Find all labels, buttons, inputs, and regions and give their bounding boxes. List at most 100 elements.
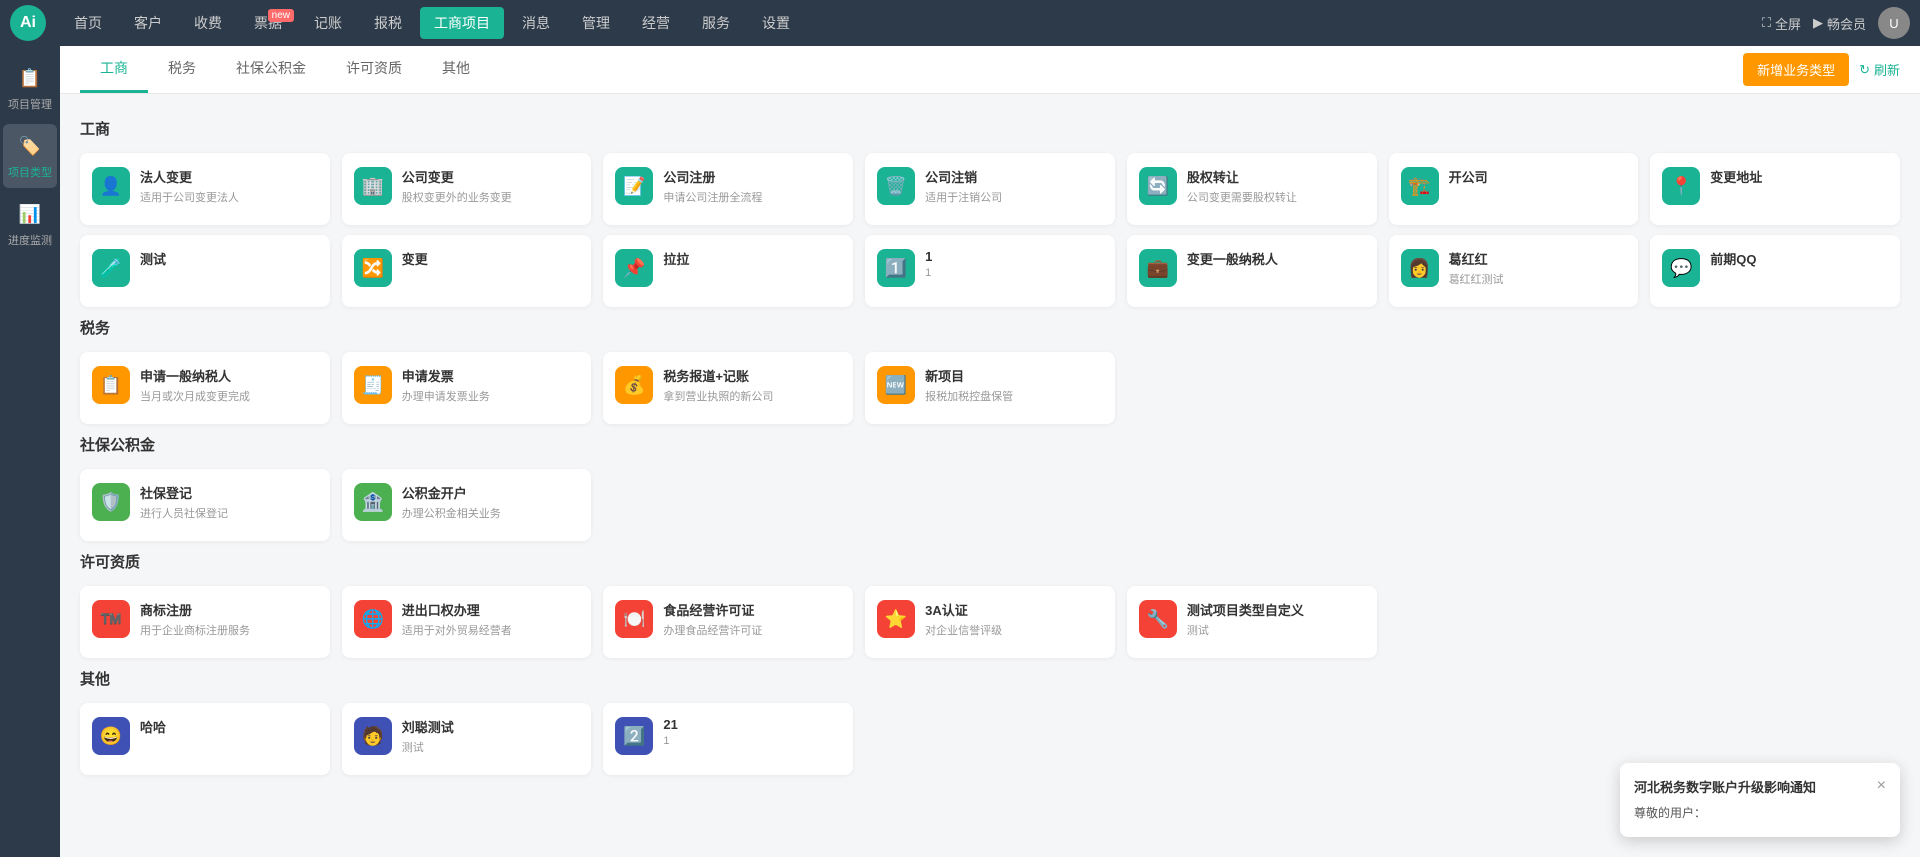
service-card-apply-taxpayer[interactable]: 📋 申请一般纳税人 当月或次月成变更完成	[80, 352, 330, 424]
new-type-button[interactable]: 新增业务类型	[1743, 53, 1849, 86]
refresh-button[interactable]: ↻ 刷新	[1859, 60, 1900, 79]
card-info-company-register: 公司注册 申请公司注册全流程	[663, 167, 841, 205]
notification-close-button[interactable]: ×	[1877, 777, 1886, 795]
tab-license[interactable]: 许可资质	[326, 46, 422, 93]
tab-other[interactable]: 其他	[422, 46, 490, 93]
card-grid-social: 🛡️ 社保登记 进行人员社保登记 🏦 公积金开户 办理公积金相关业务	[80, 469, 1900, 541]
service-card-change-taxpayer[interactable]: 💼 变更一般纳税人	[1127, 235, 1377, 307]
nav-item-tax[interactable]: 报税	[360, 7, 416, 39]
card-icon-haha: 😄	[92, 717, 130, 755]
service-card-equity-transfer[interactable]: 🔄 股权转让 公司变更需要股权转让	[1127, 153, 1377, 225]
card-desc-company-register: 申请公司注册全流程	[663, 189, 841, 205]
service-card-company-cancel[interactable]: 🗑️ 公司注销 适用于注销公司	[865, 153, 1115, 225]
card-title-tax-report: 税务报道+记账	[663, 366, 841, 385]
service-card-import-export[interactable]: 🌐 进出口权办理 适用于对外贸易经营者	[342, 586, 592, 658]
nav-item-message[interactable]: 消息	[508, 7, 564, 39]
service-card-social-register[interactable]: 🛡️ 社保登记 进行人员社保登记	[80, 469, 330, 541]
card-title-new-project: 新项目	[925, 366, 1103, 385]
service-card-open-company[interactable]: 🏗️ 开公司	[1389, 153, 1639, 225]
tab-social-fund[interactable]: 社保公积金	[216, 46, 326, 93]
tabs: 工商税务社保公积金许可资质其他	[80, 46, 490, 93]
main-layout: 📋 项目管理 🏷️ 项目类型 📊 进度监测 工商税务社保公积金许可资质其他 新增…	[0, 46, 1920, 857]
card-info-3a-cert: 3A认证 对企业信誉评级	[925, 600, 1103, 638]
card-icon-test-define: 🔧	[1139, 600, 1177, 638]
card-info-gehonghong: 葛红红 葛红红测试	[1449, 249, 1627, 287]
card-info-fund-open: 公积金开户 办理公积金相关业务	[402, 483, 580, 521]
section-license: 许可资质 ™️ 商标注册 用于企业商标注册服务 🌐 进出口权办理 适用于对外贸易…	[80, 551, 1900, 658]
card-icon-import-export: 🌐	[354, 600, 392, 638]
service-card-liu-ceo-test[interactable]: 🧑 刘聪测试 测试	[342, 703, 592, 775]
card-title-change: 变更	[402, 249, 580, 268]
service-card-twenty-one[interactable]: 2️⃣ 21 1	[603, 703, 853, 775]
service-card-gehonghong[interactable]: 👩 葛红红 葛红红测试	[1389, 235, 1639, 307]
card-info-tax-report: 税务报道+记账 拿到营业执照的新公司	[663, 366, 841, 404]
card-title-test-define: 测试项目类型自定义	[1187, 600, 1365, 619]
scroll-area[interactable]: 工商 👤 法人变更 适用于公司变更法人 🏢 公司变更 股权变更外的业务变更 📝 …	[60, 94, 1920, 857]
card-title-trademark: 商标注册	[140, 600, 318, 619]
card-icon-test: 🧪	[92, 249, 130, 287]
service-card-company-change[interactable]: 🏢 公司变更 股权变更外的业务变更	[342, 153, 592, 225]
nav-item-settings[interactable]: 设置	[748, 7, 804, 39]
card-desc-company-change: 股权变更外的业务变更	[402, 189, 580, 205]
member-btn[interactable]: ▶ 畅会员	[1813, 14, 1866, 33]
service-card-test-define[interactable]: 🔧 测试项目类型自定义 测试	[1127, 586, 1377, 658]
card-icon-tax-report: 💰	[615, 366, 653, 404]
service-card-trademark[interactable]: ™️ 商标注册 用于企业商标注册服务	[80, 586, 330, 658]
service-card-change[interactable]: 🔀 变更	[342, 235, 592, 307]
card-icon-open-company: 🏗️	[1401, 167, 1439, 205]
nav-item-management[interactable]: 管理	[568, 7, 624, 39]
card-desc-3a-cert: 对企业信誉评级	[925, 622, 1103, 638]
card-icon-change-taxpayer: 💼	[1139, 249, 1177, 287]
card-desc-gehonghong: 葛红红测试	[1449, 271, 1627, 287]
service-card-lala[interactable]: 📌 拉拉	[603, 235, 853, 307]
service-card-haha[interactable]: 😄 哈哈	[80, 703, 330, 775]
nav-item-invoice[interactable]: 票据new	[240, 7, 296, 39]
service-card-qianqi-qq[interactable]: 💬 前期QQ	[1650, 235, 1900, 307]
fullscreen-icon: ⛶	[1762, 15, 1771, 31]
service-card-apply-invoice[interactable]: 🧾 申请发票 办理申请发票业务	[342, 352, 592, 424]
card-desc-trademark: 用于企业商标注册服务	[140, 622, 318, 638]
service-card-company-register[interactable]: 📝 公司注册 申请公司注册全流程	[603, 153, 853, 225]
nav-item-business[interactable]: 工商项目	[420, 7, 504, 39]
card-title-twenty-one: 21	[663, 717, 841, 732]
nav-badge-invoice: new	[268, 9, 294, 22]
nav-item-accounting[interactable]: 记账	[300, 7, 356, 39]
sidebar-label-project-type: 项目类型	[8, 164, 52, 180]
fullscreen-btn[interactable]: ⛶ 全屏	[1762, 14, 1801, 33]
card-icon-twenty-one: 2️⃣	[615, 717, 653, 755]
service-card-food-license[interactable]: 🍽️ 食品经营许可证 办理食品经营许可证	[603, 586, 853, 658]
nav-item-service[interactable]: 服务	[688, 7, 744, 39]
card-title-open-company: 开公司	[1449, 167, 1627, 186]
service-card-one[interactable]: 1️⃣ 1 1	[865, 235, 1115, 307]
sidebar-item-progress-monitor[interactable]: 📊 进度监测	[3, 192, 57, 256]
section-title-other: 其他	[80, 668, 1900, 689]
card-desc-twenty-one: 1	[663, 735, 841, 747]
card-icon-one: 1️⃣	[877, 249, 915, 287]
card-info-apply-invoice: 申请发票 办理申请发票业务	[402, 366, 580, 404]
service-card-3a-cert[interactable]: ⭐ 3A认证 对企业信誉评级	[865, 586, 1115, 658]
member-icon: ▶	[1813, 15, 1823, 31]
nav-item-home[interactable]: 首页	[60, 7, 116, 39]
nav-item-customer[interactable]: 客户	[120, 7, 176, 39]
tab-business[interactable]: 工商	[80, 46, 148, 93]
card-info-new-project: 新项目 报税加税控盘保管	[925, 366, 1103, 404]
card-icon-change: 🔀	[354, 249, 392, 287]
tab-bar: 工商税务社保公积金许可资质其他 新增业务类型 ↻ 刷新	[60, 46, 1920, 94]
service-card-test[interactable]: 🧪 测试	[80, 235, 330, 307]
service-card-legal-change[interactable]: 👤 法人变更 适用于公司变更法人	[80, 153, 330, 225]
card-title-test: 测试	[140, 249, 318, 268]
section-tax: 税务 📋 申请一般纳税人 当月或次月成变更完成 🧾 申请发票 办理申请发票业务 …	[80, 317, 1900, 424]
service-card-tax-report[interactable]: 💰 税务报道+记账 拿到营业执照的新公司	[603, 352, 853, 424]
sidebar-item-project-type[interactable]: 🏷️ 项目类型	[3, 124, 57, 188]
service-card-fund-open[interactable]: 🏦 公积金开户 办理公积金相关业务	[342, 469, 592, 541]
nav-item-operations[interactable]: 经营	[628, 7, 684, 39]
card-info-change-taxpayer: 变更一般纳税人	[1187, 249, 1365, 271]
service-card-new-project[interactable]: 🆕 新项目 报税加税控盘保管	[865, 352, 1115, 424]
avatar[interactable]: U	[1878, 7, 1910, 39]
service-card-change-address[interactable]: 📍 变更地址	[1650, 153, 1900, 225]
tab-actions: 新增业务类型 ↻ 刷新	[1743, 53, 1900, 86]
nav-item-billing[interactable]: 收费	[180, 7, 236, 39]
tab-tax[interactable]: 税务	[148, 46, 216, 93]
sidebar-item-project-mgmt[interactable]: 📋 项目管理	[3, 56, 57, 120]
notification-title: 河北税务数字账户升级影响通知	[1634, 777, 1816, 796]
